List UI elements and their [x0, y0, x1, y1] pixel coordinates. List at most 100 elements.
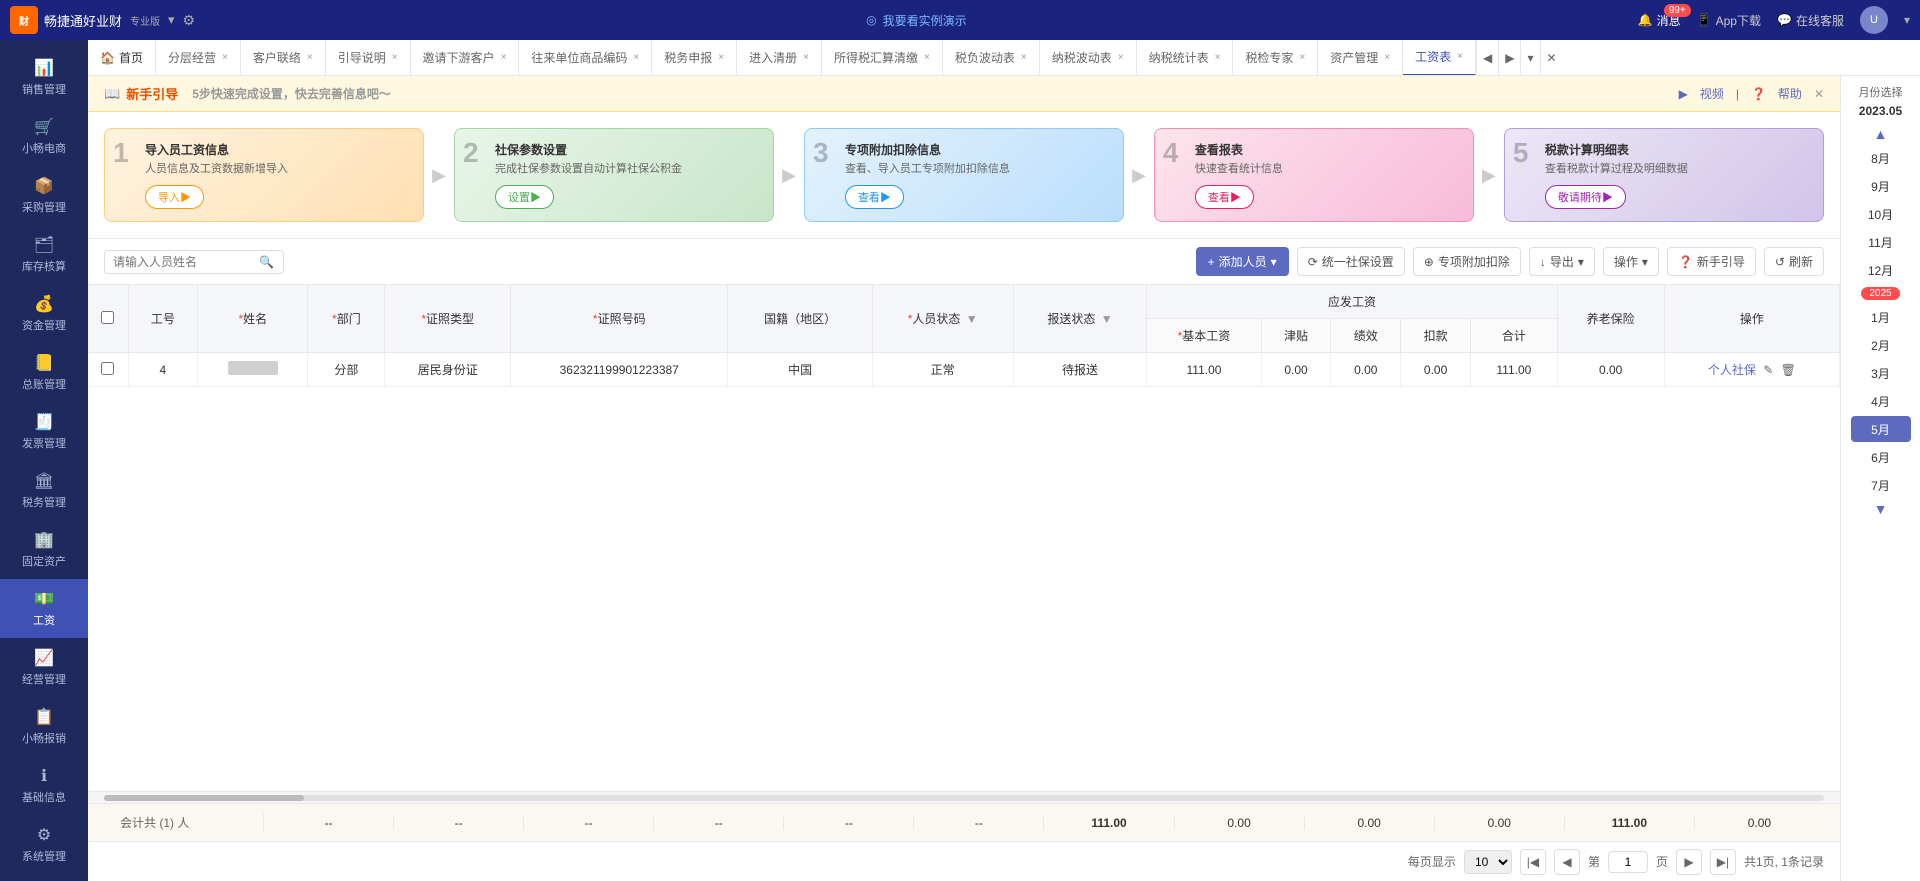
step-5-btn[interactable]: 敬请期待▶ [1545, 185, 1626, 209]
sidebar-item-ledger[interactable]: 📒 总账管理 [0, 343, 88, 402]
tab-tax-stat-close[interactable]: × [1215, 52, 1221, 63]
sidebar-item-tax[interactable]: 🏛 税务管理 [0, 461, 88, 520]
guide-close-icon[interactable]: ✕ [1814, 87, 1824, 101]
sidebar-item-system[interactable]: ⚙ 系统管理 [0, 815, 88, 874]
current-page-input[interactable] [1608, 851, 1648, 873]
step-2-btn[interactable]: 设置▶ [495, 185, 554, 209]
scroll-bar-thumb[interactable] [104, 795, 304, 801]
step-1-btn[interactable]: 导入▶ [145, 185, 204, 209]
tab-income-tax-close[interactable]: × [924, 52, 930, 63]
next-page-btn[interactable]: ▶ [1676, 849, 1702, 875]
month-item-6[interactable]: 6月 [1851, 444, 1911, 470]
month-item-8[interactable]: 8月 [1851, 145, 1911, 171]
action-edit-icon[interactable]: ✎ [1763, 363, 1773, 377]
tab-partition[interactable]: 分层经营 × [156, 40, 241, 76]
user-more-icon[interactable]: ▾ [1904, 13, 1910, 27]
month-up-btn[interactable]: ▲ [1872, 124, 1890, 144]
notification-btn[interactable]: 🔔 消息 99+ [1638, 12, 1681, 29]
tab-invite-close[interactable]: × [501, 52, 507, 63]
online-service-btn[interactable]: 💬 在线客服 [1777, 12, 1844, 29]
tab-tax-relief[interactable]: 税负波动表 × [943, 40, 1040, 76]
sidebar-item-payroll[interactable]: 💵 工资 [0, 579, 88, 638]
search-box[interactable]: 🔍 [104, 250, 284, 274]
sidebar-item-purchase[interactable]: 📦 采购管理 [0, 166, 88, 225]
month-item-10[interactable]: 10月 [1851, 201, 1911, 227]
month-item-4[interactable]: 4月 [1851, 388, 1911, 414]
sidebar-item-collab[interactable]: 👥 企业协同 [0, 874, 88, 881]
sidebar-item-asset[interactable]: 🏢 固定资产 [0, 520, 88, 579]
tab-tax-dyn-close[interactable]: × [1118, 52, 1124, 63]
select-all-checkbox[interactable] [101, 311, 114, 324]
video-label[interactable]: 视频 [1700, 85, 1724, 102]
tab-guide[interactable]: 引导说明 × [326, 40, 411, 76]
sidebar-item-invoice[interactable]: 🧾 发票管理 [0, 402, 88, 461]
operations-btn[interactable]: 操作 ▾ [1603, 247, 1659, 276]
action-delete-icon[interactable]: 🗑 [1781, 363, 1796, 377]
export-btn[interactable]: ↓ 导出 ▾ [1529, 247, 1595, 276]
step-3-btn[interactable]: 查看▶ [845, 185, 904, 209]
search-input[interactable] [113, 255, 253, 269]
help-label[interactable]: 帮助 [1778, 85, 1802, 102]
tab-tax-relief-close[interactable]: × [1021, 52, 1027, 63]
tab-guide-close[interactable]: × [392, 52, 398, 63]
tab-next-btn[interactable]: ▶ [1498, 40, 1520, 76]
tab-customer-close[interactable]: × [307, 52, 313, 63]
tab-invite[interactable]: 邀请下游客户 × [411, 40, 520, 76]
month-item-2[interactable]: 2月 [1851, 332, 1911, 358]
tab-payroll[interactable]: 工资表 × [1403, 40, 1476, 76]
month-item-9[interactable]: 9月 [1851, 173, 1911, 199]
tab-home[interactable]: 🏠 首页 [88, 40, 156, 76]
add-person-btn[interactable]: + 添加人员 ▾ [1196, 247, 1289, 276]
first-page-btn[interactable]: |◀ [1520, 849, 1546, 875]
month-item-3[interactable]: 3月 [1851, 360, 1911, 386]
demo-link[interactable]: 我要看实例演示 [883, 12, 967, 29]
tab-prev-btn[interactable]: ◀ [1476, 40, 1498, 76]
sidebar-item-report[interactable]: 📋 小畅报销 [0, 697, 88, 756]
month-down-btn[interactable]: ▼ [1872, 499, 1890, 519]
tab-tax-dyn[interactable]: 纳税波动表 × [1040, 40, 1137, 76]
status-filter-icon[interactable]: ▼ [966, 312, 978, 326]
tab-close-all-btn[interactable]: ✕ [1540, 40, 1563, 76]
tab-clearing-close[interactable]: × [803, 52, 809, 63]
report-status-filter-icon[interactable]: ▼ [1101, 312, 1113, 326]
month-item-5[interactable]: 5月 [1851, 416, 1911, 442]
month-item-11[interactable]: 11月 [1851, 229, 1911, 255]
tab-clearing[interactable]: 进入清册 × [737, 40, 822, 76]
guide-btn[interactable]: ❓ 新手引导 [1667, 247, 1756, 276]
step-4-btn[interactable]: 查看▶ [1195, 185, 1254, 209]
app-download-btn[interactable]: 📱 App下载 [1697, 12, 1761, 29]
refresh-btn[interactable]: ↺ 刷新 [1764, 247, 1824, 276]
scroll-bar-track[interactable] [104, 795, 1824, 801]
sidebar-item-inventory[interactable]: 🗂 库存核算 [0, 225, 88, 284]
tab-tax-expert[interactable]: 税检专家 × [1233, 40, 1318, 76]
last-page-btn[interactable]: ▶| [1710, 849, 1736, 875]
sidebar-item-basic[interactable]: ℹ 基础信息 [0, 756, 88, 815]
tab-tax-stat[interactable]: 纳税统计表 × [1137, 40, 1234, 76]
user-avatar[interactable]: U [1860, 6, 1888, 34]
special-deduction-btn[interactable]: ⊕ 专项附加扣除 [1413, 247, 1521, 276]
sidebar-item-operation[interactable]: 📈 经营管理 [0, 638, 88, 697]
action-personal-insurance[interactable]: 个人社保 [1708, 363, 1756, 377]
tab-asset-mgmt[interactable]: 资产管理 × [1318, 40, 1403, 76]
prev-page-btn[interactable]: ◀ [1554, 849, 1580, 875]
tab-menu-btn[interactable]: ▾ [1520, 40, 1539, 76]
tab-payroll-close[interactable]: × [1457, 51, 1463, 62]
tab-asset-mgmt-close[interactable]: × [1384, 52, 1390, 63]
tab-tax-report-close[interactable]: × [718, 52, 724, 63]
unified-settings-btn[interactable]: ⟳ 统一社保设置 [1297, 247, 1405, 276]
tab-product-code[interactable]: 往来单位商品编码 × [519, 40, 652, 76]
tab-tax-expert-close[interactable]: × [1299, 52, 1305, 63]
row-checkbox-cell[interactable] [88, 353, 128, 387]
tab-product-code-close[interactable]: × [633, 52, 639, 63]
tab-customer[interactable]: 客户联络 × [241, 40, 326, 76]
sidebar-item-ecommerce[interactable]: 🛒 小畅电商 [0, 107, 88, 166]
sidebar-item-finance[interactable]: 💰 资金管理 [0, 284, 88, 343]
tab-tax-report[interactable]: 税务申报 × [652, 40, 737, 76]
tab-income-tax[interactable]: 所得税汇算清缴 × [822, 40, 943, 76]
month-item-12[interactable]: 12月 [1851, 257, 1911, 283]
month-item-1[interactable]: 1月 [1851, 304, 1911, 330]
tab-partition-close[interactable]: × [222, 52, 228, 63]
edition-dropdown-icon[interactable]: ▾ [168, 12, 175, 28]
month-item-7[interactable]: 7月 [1851, 472, 1911, 498]
settings-icon[interactable]: ⚙ [183, 12, 196, 29]
